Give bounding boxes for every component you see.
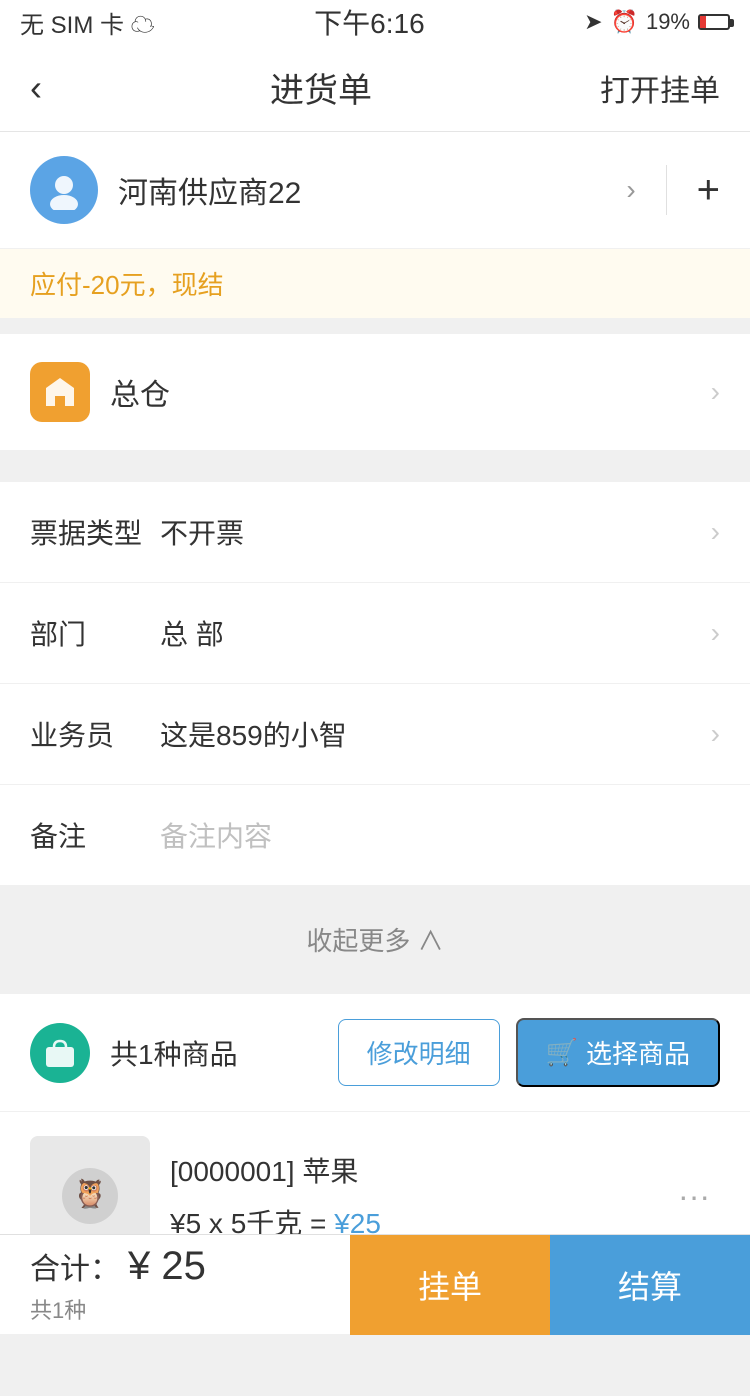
- battery-icon: [698, 14, 730, 30]
- supplier-arrow-icon: ›: [626, 174, 635, 206]
- product-thumb-icon: 🦉: [55, 1161, 125, 1231]
- checkout-button[interactable]: 结算: [550, 1235, 750, 1335]
- warehouse-section: 总仓 ›: [0, 334, 750, 450]
- back-button[interactable]: ‹: [30, 67, 42, 109]
- select-btn-label: 选择商品: [586, 1034, 690, 1071]
- alarm-icon: ⏰: [611, 9, 638, 35]
- bottom-bar: 合计： ¥ 25 共1种 挂单 结算: [0, 1234, 750, 1334]
- svg-text:🦉: 🦉: [73, 1178, 108, 1210]
- status-time: 下午6:16: [314, 2, 425, 42]
- bag-icon: [42, 1035, 78, 1071]
- supplier-avatar: [30, 156, 98, 224]
- warehouse-svg: [42, 374, 78, 410]
- main-content: 河南供应商22 › + 应付-20元，现结 总仓 › 票据类型 不开票 ›: [0, 132, 750, 1396]
- supplier-name: 河南供应商22: [118, 168, 626, 212]
- product-count-icon: [30, 1023, 90, 1083]
- dept-value: 总 部: [160, 613, 711, 653]
- spacer-1: [0, 318, 750, 334]
- form-section: 票据类型 不开票 › 部门 总 部 › 业务员 这是859的小智 › 备注 备注…: [0, 482, 750, 885]
- vertical-divider: [666, 165, 667, 215]
- total-main: 合计： ¥ 25: [30, 1244, 320, 1289]
- spacer-3: [0, 978, 750, 994]
- form-row-ticket[interactable]: 票据类型 不开票 ›: [0, 482, 750, 583]
- total-amount: ¥ 25: [128, 1244, 206, 1289]
- battery-label: 19%: [646, 9, 690, 35]
- status-left: 无 SIM 卡 ☁: [20, 5, 155, 40]
- avatar-icon: [44, 170, 84, 210]
- modify-detail-button[interactable]: 修改明细: [338, 1019, 500, 1086]
- select-product-button[interactable]: 🛒 选择商品: [516, 1018, 720, 1087]
- warehouse-row[interactable]: 总仓 ›: [0, 334, 750, 450]
- total-section: 合计： ¥ 25 共1种: [0, 1244, 350, 1325]
- status-bar: 无 SIM 卡 ☁ 下午6:16 ➤ ⏰ 19%: [0, 0, 750, 44]
- total-label: 合计：: [30, 1244, 120, 1288]
- salesman-value: 这是859的小智: [160, 714, 711, 754]
- page-title: 进货单: [270, 63, 372, 112]
- product-more-button[interactable]: ···: [668, 1168, 720, 1225]
- salesman-arrow-icon: ›: [711, 718, 720, 750]
- status-right: ➤ ⏰ 19%: [584, 9, 730, 35]
- warehouse-name: 总仓: [110, 370, 711, 414]
- add-supplier-button[interactable]: +: [697, 168, 720, 213]
- remark-label: 备注: [30, 815, 150, 855]
- payment-notice: 应付-20元，现结: [0, 249, 750, 318]
- dept-label: 部门: [30, 613, 150, 653]
- product-count: 共1种商品: [110, 1033, 338, 1073]
- open-pending-button[interactable]: 打开挂单: [600, 66, 720, 110]
- total-count: 共1种: [30, 1293, 320, 1325]
- form-row-remark[interactable]: 备注 备注内容: [0, 785, 750, 885]
- spacer-2: [0, 466, 750, 482]
- form-row-dept[interactable]: 部门 总 部 ›: [0, 583, 750, 684]
- dept-arrow-icon: ›: [711, 617, 720, 649]
- warehouse-icon: [30, 362, 90, 422]
- sim-label: 无 SIM 卡 ☁: [20, 5, 155, 40]
- cart-icon: 🛒: [546, 1037, 578, 1068]
- warehouse-arrow-icon: ›: [711, 376, 720, 408]
- product-name: [0000001] 苹果: [170, 1150, 668, 1190]
- suspend-button[interactable]: 挂单: [350, 1235, 550, 1335]
- ticket-type-label: 票据类型: [30, 512, 150, 552]
- product-info: [0000001] 苹果 ¥5 x 5千克 = ¥25: [170, 1150, 668, 1242]
- salesman-label: 业务员: [30, 714, 150, 754]
- remark-input[interactable]: 备注内容: [160, 815, 720, 855]
- form-row-salesman[interactable]: 业务员 这是859的小智 ›: [0, 684, 750, 785]
- ticket-arrow-icon: ›: [711, 516, 720, 548]
- location-icon: ➤: [584, 9, 602, 35]
- supplier-section: 河南供应商22 › + 应付-20元，现结: [0, 132, 750, 318]
- supplier-row[interactable]: 河南供应商22 › +: [0, 132, 750, 249]
- collapse-toggle[interactable]: 收起更多 ∧: [0, 901, 750, 978]
- nav-bar: ‹ 进货单 打开挂单: [0, 44, 750, 132]
- ticket-type-value: 不开票: [160, 512, 711, 552]
- product-header: 共1种商品 修改明细 🛒 选择商品: [0, 994, 750, 1112]
